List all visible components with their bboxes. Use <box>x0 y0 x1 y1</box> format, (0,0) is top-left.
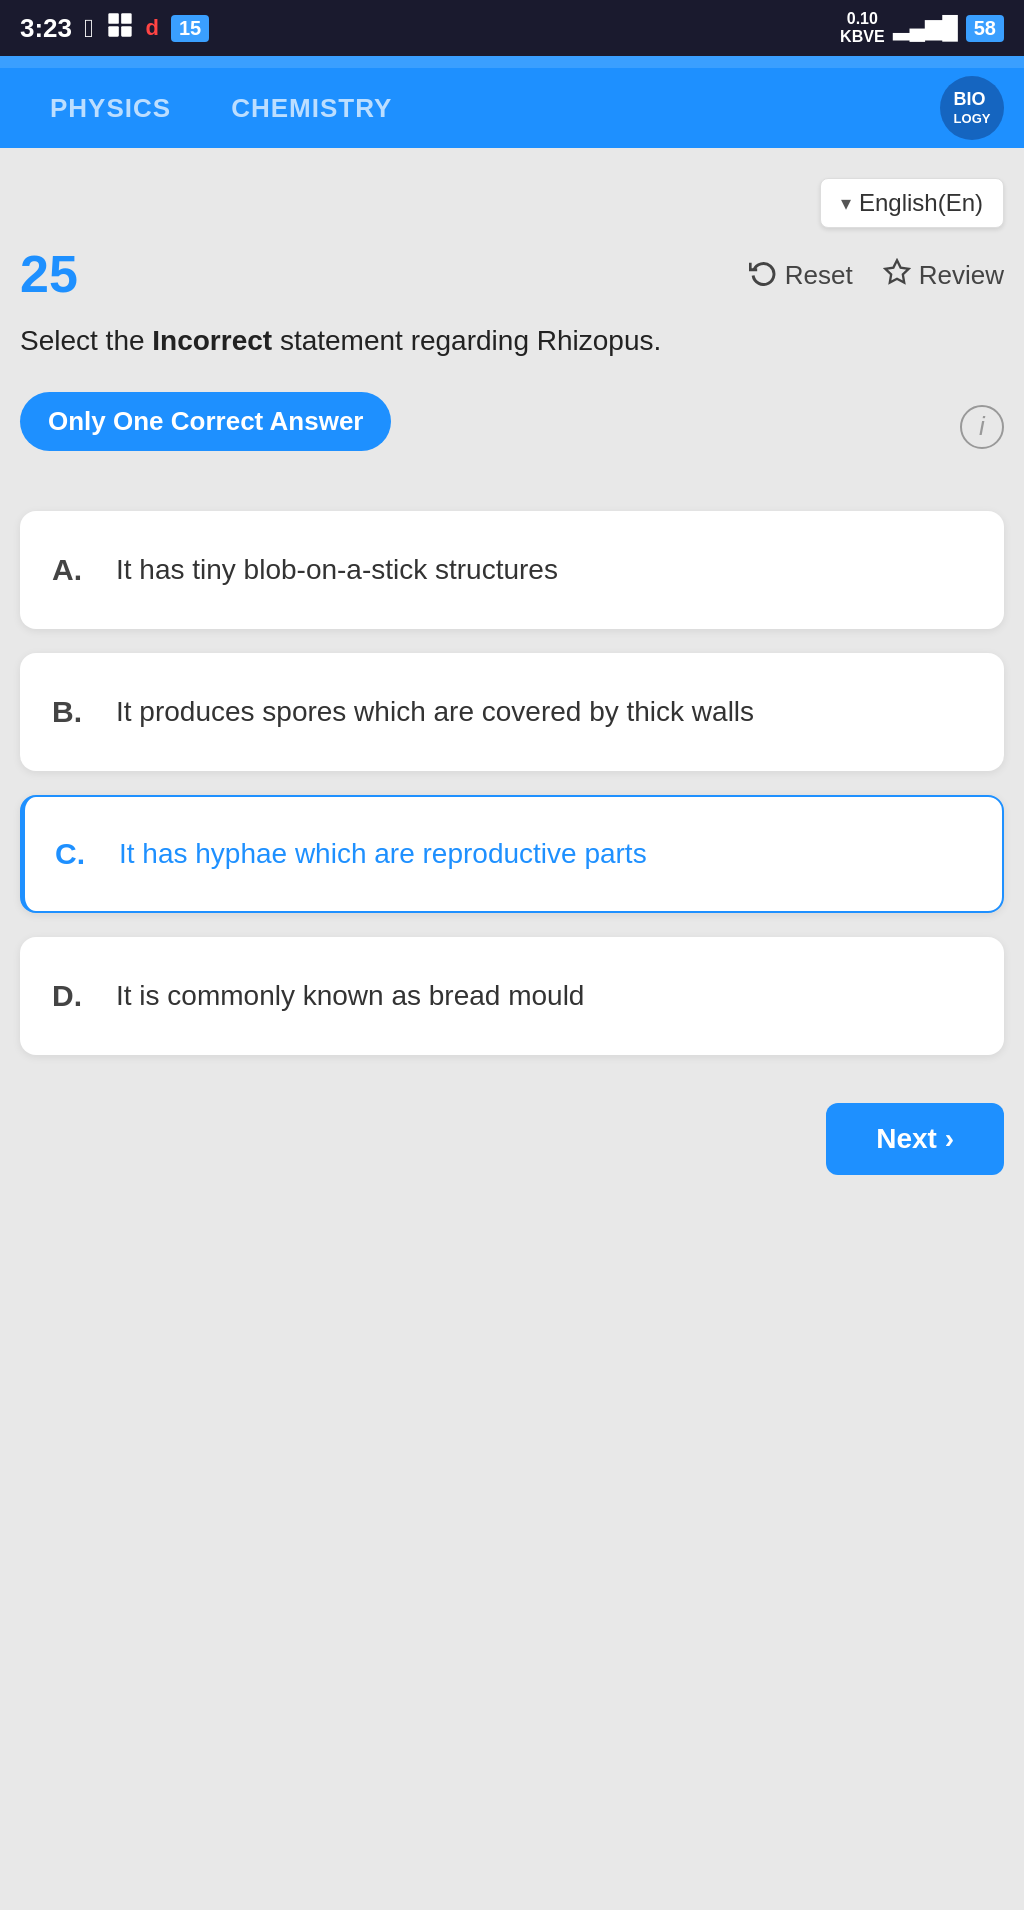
notification-icon: 15 <box>171 15 209 42</box>
home-icon <box>106 11 134 46</box>
option-a[interactable]: A. It has tiny blob-on-a-stick structure… <box>20 511 1004 629</box>
data-speed: 0.10KBVE <box>840 10 884 45</box>
reset-icon <box>749 258 777 293</box>
option-c-text: It has hyphae which are reproductive par… <box>119 833 972 875</box>
tab-physics[interactable]: PHYSICS <box>20 83 201 134</box>
reset-button[interactable]: Reset <box>749 258 853 293</box>
option-d[interactable]: D. It is commonly known as bread mould <box>20 937 1004 1055</box>
bio-tab-label: BIOLOGY <box>954 90 991 126</box>
question-header: 25 Reset Review <box>20 248 1004 300</box>
question-number: 25 <box>20 248 78 300</box>
tab-chemistry[interactable]: CHEMISTRY <box>201 83 422 134</box>
option-a-text: It has tiny blob-on-a-stick structures <box>116 549 972 591</box>
progress-bar-fill <box>0 56 1024 68</box>
star-icon <box>883 258 911 293</box>
question-emphasis: Incorrect <box>152 325 272 356</box>
status-bar: 3:23  d 15 0.10KBVE ▂▄▆█ 58 <box>0 0 1024 56</box>
main-content: ▾ English(En) 25 Reset <box>0 148 1024 1910</box>
signal-icon: ▂▄▆█ <box>893 15 958 41</box>
next-button[interactable]: Next › <box>826 1103 1004 1175</box>
info-icon-button[interactable]: i <box>960 405 1004 449</box>
status-left: 3:23  d 15 <box>20 11 209 46</box>
language-selector: ▾ English(En) <box>20 178 1004 228</box>
subject-tabs: PHYSICS CHEMISTRY BIOLOGY <box>0 68 1024 148</box>
answer-type-badge: Only One Correct Answer <box>20 392 391 451</box>
reset-label: Reset <box>785 260 853 291</box>
option-c-label: C. <box>55 837 95 871</box>
tab-biology[interactable]: BIOLOGY <box>940 76 1004 140</box>
option-a-label: A. <box>52 553 92 587</box>
option-b-label: B. <box>52 695 92 729</box>
svg-rect-1 <box>121 13 132 23</box>
option-b-text: It produces spores which are covered by … <box>116 691 972 733</box>
bottom-area: Next › <box>20 1095 1004 1175</box>
option-d-label: D. <box>52 979 92 1013</box>
review-label: Review <box>919 260 1004 291</box>
review-button[interactable]: Review <box>883 258 1004 293</box>
svg-rect-3 <box>121 26 132 36</box>
facebook-icon:  <box>84 13 94 44</box>
option-c[interactable]: C. It has hyphae which are reproductive … <box>20 795 1004 913</box>
options-container: A. It has tiny blob-on-a-stick structure… <box>20 511 1004 1055</box>
time-display: 3:23 <box>20 13 72 44</box>
language-button[interactable]: ▾ English(En) <box>820 178 1004 228</box>
phone-frame: 3:23  d 15 0.10KBVE ▂▄▆█ 58 PHYSICS CHE… <box>0 0 1024 1910</box>
question-text: Select the Incorrect statement regarding… <box>20 320 1004 362</box>
svg-marker-4 <box>885 260 908 282</box>
language-label: English(En) <box>859 189 983 217</box>
chevron-down-icon: ▾ <box>841 191 851 215</box>
question-actions: Reset Review <box>749 248 1004 293</box>
option-d-text: It is commonly known as bread mould <box>116 975 972 1017</box>
progress-bar-container <box>0 56 1024 68</box>
status-right: 0.10KBVE ▂▄▆█ 58 <box>840 10 1004 45</box>
tiktok-icon: d <box>146 15 159 41</box>
option-b[interactable]: B. It produces spores which are covered … <box>20 653 1004 771</box>
svg-rect-0 <box>108 13 119 23</box>
svg-rect-2 <box>108 26 119 36</box>
info-icon-label: i <box>979 411 985 442</box>
battery-indicator: 58 <box>966 15 1004 42</box>
